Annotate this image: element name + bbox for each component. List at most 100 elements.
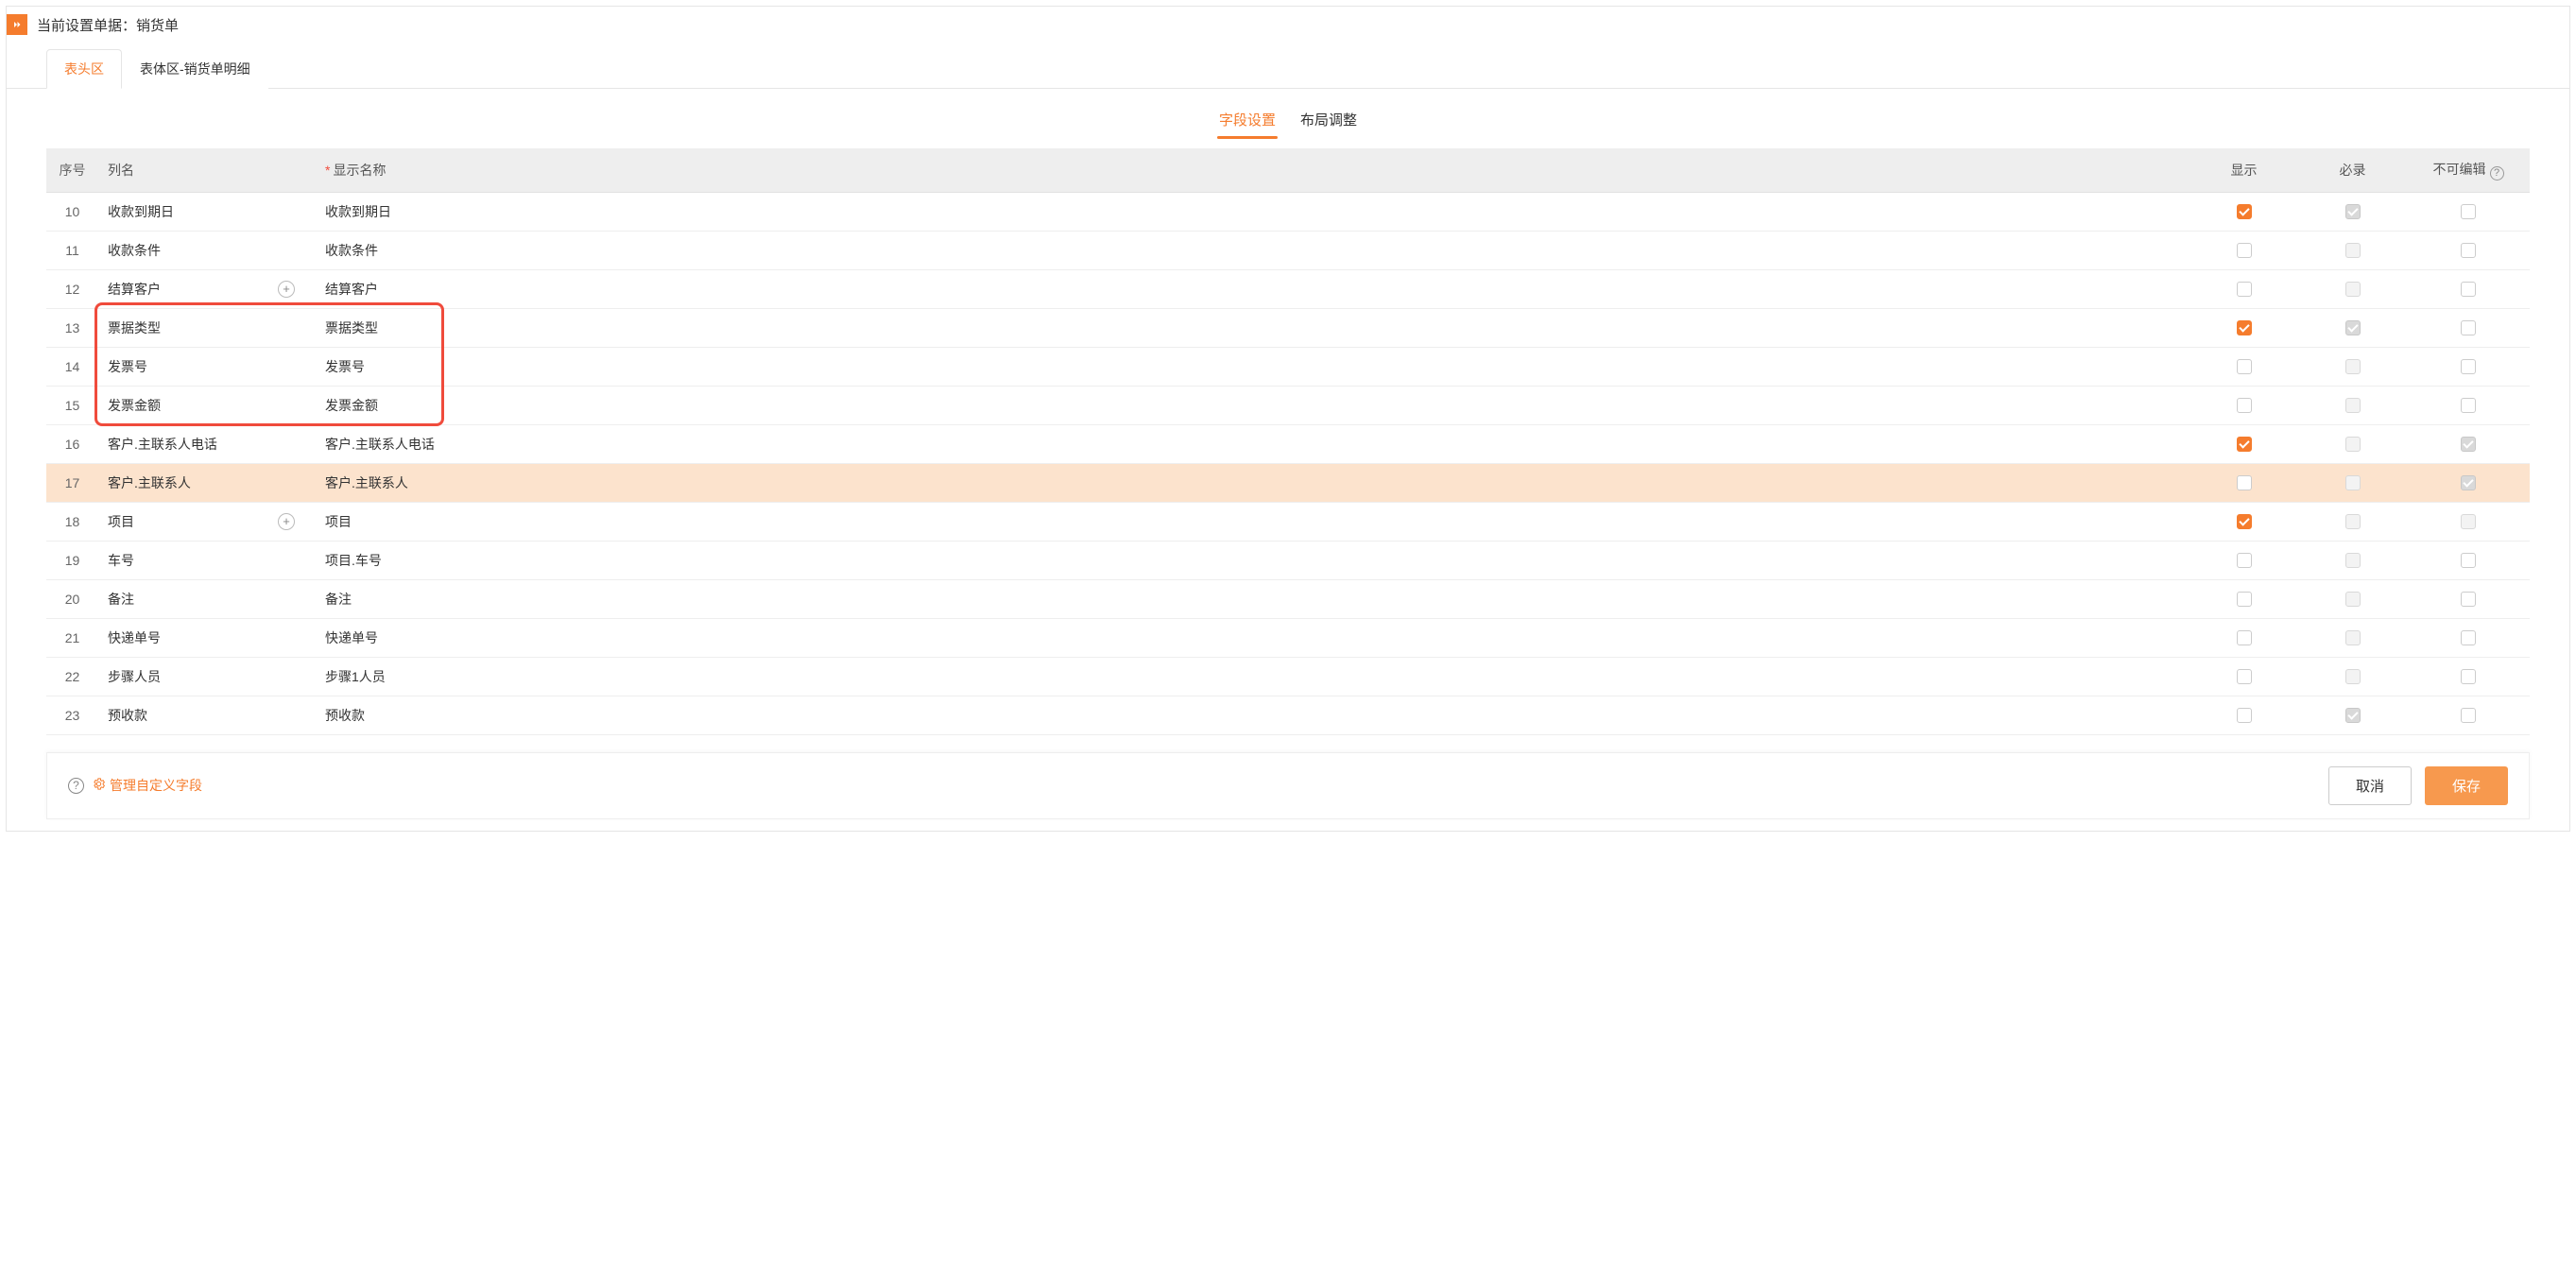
fields-table: 序号 列名 *显示名称 显示 必录 不可编辑? 10收款到期日收款到期日11收款… (46, 148, 2530, 735)
readonly-checkbox[interactable] (2461, 243, 2476, 258)
row-seq: 19 (46, 541, 98, 579)
row-seq: 22 (46, 657, 98, 696)
row-seq: 13 (46, 308, 98, 347)
show-checkbox[interactable] (2237, 282, 2252, 297)
table-row[interactable]: 20备注备注 (46, 579, 2530, 618)
readonly-checkbox (2461, 514, 2476, 529)
required-checkbox (2345, 514, 2361, 529)
show-checkbox[interactable] (2237, 514, 2252, 529)
row-column-name: 步骤人员 (98, 657, 316, 696)
readonly-checkbox (2461, 475, 2476, 490)
question-icon[interactable]: ? (68, 778, 84, 794)
required-checkbox (2345, 708, 2361, 723)
show-checkbox[interactable] (2237, 708, 2252, 723)
required-checkbox (2345, 475, 2361, 490)
table-row[interactable]: 11收款条件收款条件 (46, 231, 2530, 269)
col-header-name: 列名 (98, 148, 316, 192)
row-column-name: 客户.主联系人电话 (98, 424, 316, 463)
row-seq: 15 (46, 386, 98, 424)
tab-header-area[interactable]: 表头区 (46, 49, 122, 89)
row-column-name: 车号 (98, 541, 316, 579)
row-column-name: 客户.主联系人 (98, 463, 316, 502)
table-row[interactable]: 16客户.主联系人电话客户.主联系人电话 (46, 424, 2530, 463)
table-row[interactable]: 15发票金额发票金额 (46, 386, 2530, 424)
row-column-name: 结算客户+ (98, 269, 316, 308)
show-checkbox[interactable] (2237, 553, 2252, 568)
row-seq: 20 (46, 579, 98, 618)
readonly-checkbox[interactable] (2461, 359, 2476, 374)
row-seq: 10 (46, 192, 98, 231)
row-display-name[interactable]: 备注 (316, 579, 2190, 618)
row-display-name[interactable]: 收款条件 (316, 231, 2190, 269)
show-checkbox[interactable] (2237, 437, 2252, 452)
readonly-checkbox[interactable] (2461, 320, 2476, 335)
row-display-name[interactable]: 票据类型 (316, 308, 2190, 347)
row-column-name: 项目+ (98, 502, 316, 541)
row-display-name[interactable]: 客户.主联系人电话 (316, 424, 2190, 463)
add-related-field-button[interactable]: + (278, 513, 295, 530)
readonly-checkbox[interactable] (2461, 282, 2476, 297)
show-checkbox[interactable] (2237, 475, 2252, 490)
required-checkbox (2345, 282, 2361, 297)
table-row[interactable]: 13票据类型票据类型 (46, 308, 2530, 347)
row-seq: 23 (46, 696, 98, 734)
table-row[interactable]: 21快递单号快递单号 (46, 618, 2530, 657)
col-header-seq: 序号 (46, 148, 98, 192)
row-display-name[interactable]: 步骤1人员 (316, 657, 2190, 696)
show-checkbox[interactable] (2237, 398, 2252, 413)
row-display-name[interactable]: 预收款 (316, 696, 2190, 734)
readonly-checkbox[interactable] (2461, 592, 2476, 607)
subtab-layout-adjust[interactable]: 布局调整 (1298, 104, 1359, 139)
readonly-checkbox[interactable] (2461, 553, 2476, 568)
required-checkbox (2345, 320, 2361, 335)
readonly-checkbox[interactable] (2461, 708, 2476, 723)
readonly-checkbox (2461, 437, 2476, 452)
row-display-name[interactable]: 收款到期日 (316, 192, 2190, 231)
table-row[interactable]: 14发票号发票号 (46, 347, 2530, 386)
tab-body-area[interactable]: 表体区-销货单明细 (122, 49, 268, 89)
table-row[interactable]: 22步骤人员步骤1人员 (46, 657, 2530, 696)
required-checkbox (2345, 243, 2361, 258)
show-checkbox[interactable] (2237, 592, 2252, 607)
table-row[interactable]: 19车号项目.车号 (46, 541, 2530, 579)
row-column-name: 收款到期日 (98, 192, 316, 231)
row-display-name[interactable]: 快递单号 (316, 618, 2190, 657)
table-row[interactable]: 10收款到期日收款到期日 (46, 192, 2530, 231)
readonly-checkbox[interactable] (2461, 204, 2476, 219)
required-checkbox (2345, 359, 2361, 374)
table-row[interactable]: 17客户.主联系人客户.主联系人 (46, 463, 2530, 502)
readonly-checkbox[interactable] (2461, 669, 2476, 684)
subtab-field-settings[interactable]: 字段设置 (1217, 104, 1278, 139)
add-related-field-button[interactable]: + (278, 281, 295, 298)
row-display-name[interactable]: 项目.车号 (316, 541, 2190, 579)
col-header-show: 显示 (2190, 148, 2298, 192)
required-checkbox (2345, 630, 2361, 645)
show-checkbox[interactable] (2237, 320, 2252, 335)
show-checkbox[interactable] (2237, 359, 2252, 374)
row-display-name[interactable]: 结算客户 (316, 269, 2190, 308)
manage-custom-fields-link[interactable]: 管理自定义字段 (92, 776, 202, 795)
table-row[interactable]: 12结算客户+结算客户 (46, 269, 2530, 308)
row-seq: 12 (46, 269, 98, 308)
main-tabs: 表头区 表体区-销货单明细 (7, 48, 2569, 89)
help-icon[interactable]: ? (2490, 166, 2504, 180)
row-column-name: 预收款 (98, 696, 316, 734)
row-display-name[interactable]: 发票金额 (316, 386, 2190, 424)
row-display-name[interactable]: 项目 (316, 502, 2190, 541)
expand-panel-toggle[interactable] (7, 14, 27, 35)
page-title: 当前设置单据：销货单 (37, 15, 179, 35)
table-row[interactable]: 18项目+项目 (46, 502, 2530, 541)
row-display-name[interactable]: 客户.主联系人 (316, 463, 2190, 502)
readonly-checkbox[interactable] (2461, 398, 2476, 413)
readonly-checkbox[interactable] (2461, 630, 2476, 645)
cancel-button[interactable]: 取消 (2328, 766, 2412, 805)
chevron-double-right-icon (11, 19, 23, 30)
row-display-name[interactable]: 发票号 (316, 347, 2190, 386)
required-checkbox (2345, 669, 2361, 684)
table-row[interactable]: 23预收款预收款 (46, 696, 2530, 734)
save-button[interactable]: 保存 (2425, 766, 2508, 805)
show-checkbox[interactable] (2237, 204, 2252, 219)
show-checkbox[interactable] (2237, 630, 2252, 645)
show-checkbox[interactable] (2237, 669, 2252, 684)
show-checkbox[interactable] (2237, 243, 2252, 258)
